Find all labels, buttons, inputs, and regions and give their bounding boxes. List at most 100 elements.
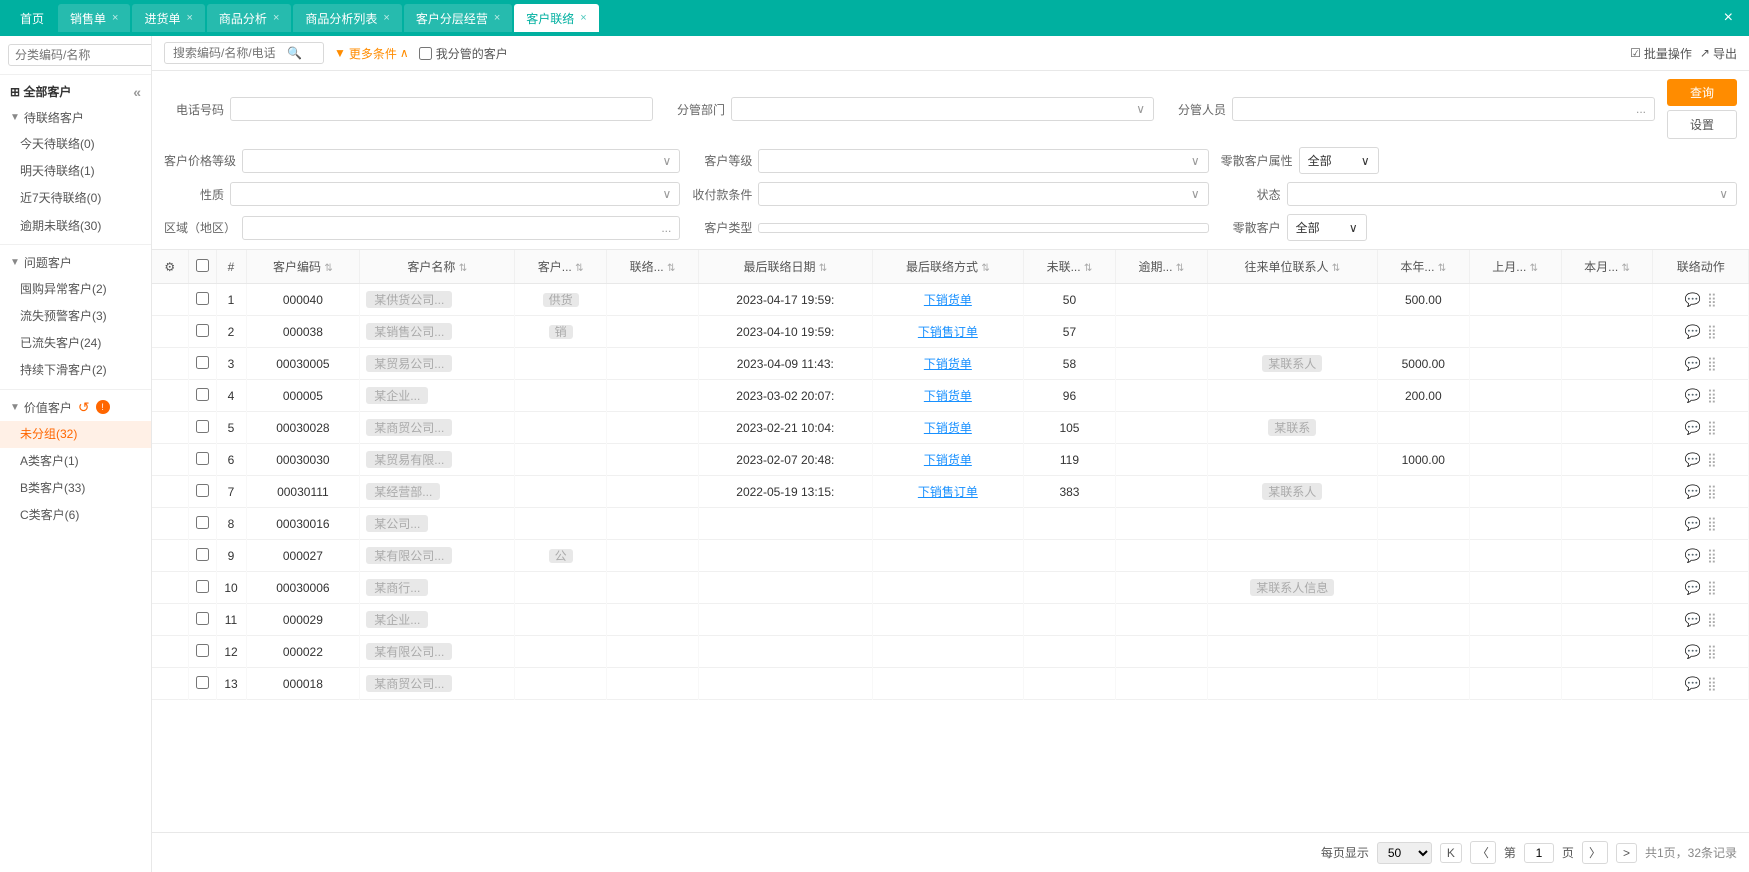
action-more-icon[interactable]: ⣿ [1707, 612, 1717, 628]
no-contact-header[interactable]: 未联... ⇅ [1024, 250, 1116, 284]
sidebar-item-7day-pending[interactable]: 近7天待联络(0) [0, 185, 151, 212]
action-call-icon[interactable]: 💬 [1685, 612, 1701, 628]
action-more-icon[interactable]: ⣿ [1707, 452, 1717, 468]
price-level-select[interactable]: ∨ [242, 149, 680, 173]
sidebar-group-value-customers[interactable]: ▼ 价值客户 ↺ ! [0, 394, 151, 421]
nature-select[interactable]: ∨ [230, 182, 680, 206]
retail-customer-select[interactable]: 全部 ∨ [1287, 214, 1367, 241]
main-search-icon[interactable]: 🔍 [287, 46, 302, 60]
sidebar-item-class-b[interactable]: B类客户(33) [0, 475, 151, 502]
nav-home[interactable]: 首页 [8, 4, 56, 32]
customer-level-select[interactable]: ∨ [758, 149, 1208, 173]
sidebar-item-ungroup[interactable]: 未分组(32) [0, 421, 151, 448]
nav-tab-product-analysis[interactable]: 商品分析 × [207, 4, 291, 32]
first-page-button[interactable]: K [1440, 843, 1462, 863]
nav-tab-customer-segment[interactable]: 客户分层经营 × [404, 4, 512, 32]
nav-tab-purchase-close[interactable]: × [186, 12, 192, 24]
this-year-header[interactable]: 本年... ⇅ [1377, 250, 1469, 284]
sidebar-item-class-a[interactable]: A类客户(1) [0, 448, 151, 475]
sidebar-item-class-c[interactable]: C类客户(6) [0, 502, 151, 529]
customer-code-header[interactable]: 客户编码 ⇅ [246, 250, 360, 284]
action-call-icon[interactable]: 💬 [1685, 292, 1701, 308]
select-all-header[interactable] [188, 250, 216, 284]
main-search-input[interactable] [173, 46, 283, 60]
row-checkbox[interactable] [188, 572, 216, 604]
dept-select[interactable]: ∨ [731, 97, 1154, 121]
action-more-icon[interactable]: ⣿ [1707, 516, 1717, 532]
row-checkbox[interactable] [188, 380, 216, 412]
row-checkbox[interactable] [188, 476, 216, 508]
action-call-icon[interactable]: 💬 [1685, 324, 1701, 340]
action-more-icon[interactable]: ⣿ [1707, 580, 1717, 596]
nav-tab-sales-close[interactable]: × [112, 12, 118, 24]
action-more-icon[interactable]: ⣿ [1707, 484, 1717, 500]
row-checkbox[interactable] [188, 284, 216, 316]
settings-column-header[interactable]: ⚙ [152, 250, 188, 284]
nav-tab-customer-contact-close[interactable]: × [580, 12, 586, 24]
page-number-input[interactable] [1524, 843, 1554, 863]
action-call-icon[interactable]: 💬 [1685, 516, 1701, 532]
last-contact-date-header[interactable]: 最后联络日期 ⇅ [698, 250, 872, 284]
person-select[interactable]: ... [1232, 97, 1655, 121]
last-page-button[interactable]: > [1616, 843, 1637, 863]
retail-attr-select[interactable]: 全部 ∨ [1299, 147, 1379, 174]
row-checkbox[interactable] [188, 348, 216, 380]
action-call-icon[interactable]: 💬 [1685, 580, 1701, 596]
export-button[interactable]: ↗ 导出 [1700, 45, 1737, 62]
reset-button[interactable]: 设置 [1667, 110, 1737, 139]
action-more-icon[interactable]: ⣿ [1707, 676, 1717, 692]
query-button[interactable]: 查询 [1667, 79, 1737, 106]
unit-contact-header[interactable]: 往来单位联系人 ⇅ [1207, 250, 1377, 284]
row-checkbox[interactable] [188, 508, 216, 540]
more-conditions-button[interactable]: ▼ 更多条件 ∧ [334, 45, 409, 62]
action-call-icon[interactable]: 💬 [1685, 356, 1701, 372]
per-page-select[interactable]: 50 100 200 [1377, 842, 1432, 864]
action-more-icon[interactable]: ⣿ [1707, 420, 1717, 436]
nav-tab-product-analysis-close[interactable]: × [273, 12, 279, 24]
value-customers-refresh-icon[interactable]: ↺ [78, 399, 90, 416]
nav-tab-purchase[interactable]: 进货单 × [132, 4, 204, 32]
sidebar-search-input[interactable] [8, 44, 152, 66]
nav-tab-customer-contact[interactable]: 客户联络 × [514, 4, 598, 32]
sidebar-group-pending-contact[interactable]: ▼ 待联络客户 [0, 104, 151, 131]
action-more-icon[interactable]: ⣿ [1707, 388, 1717, 404]
row-checkbox[interactable] [188, 316, 216, 348]
action-more-icon[interactable]: ⣿ [1707, 356, 1717, 372]
this-month-header[interactable]: 本月... ⇅ [1561, 250, 1653, 284]
row-checkbox[interactable] [188, 668, 216, 700]
action-more-icon[interactable]: ⣿ [1707, 548, 1717, 564]
phone-input[interactable] [230, 97, 653, 121]
action-call-icon[interactable]: 💬 [1685, 420, 1701, 436]
batch-operation-button[interactable]: ☑ 批量操作 [1630, 45, 1692, 62]
action-more-icon[interactable]: ⣿ [1707, 324, 1717, 340]
customer-type-select[interactable] [758, 223, 1208, 233]
action-more-icon[interactable]: ⣿ [1707, 644, 1717, 660]
sidebar-item-overdue-pending[interactable]: 逾期未联络(30) [0, 213, 151, 240]
select-all-checkbox[interactable] [196, 259, 209, 272]
pay-terms-select[interactable]: ∨ [758, 182, 1208, 206]
customer-name-header[interactable]: 客户名称 ⇅ [360, 250, 515, 284]
action-call-icon[interactable]: 💬 [1685, 452, 1701, 468]
sidebar-item-declining[interactable]: 持续下滑客户(2) [0, 357, 151, 384]
action-call-icon[interactable]: 💬 [1685, 676, 1701, 692]
sidebar-item-churned[interactable]: 已流失客户(24) [0, 330, 151, 357]
contact-col-header[interactable]: 联络... ⇅ [607, 250, 699, 284]
action-call-icon[interactable]: 💬 [1685, 388, 1701, 404]
my-customers-checkbox-area[interactable]: 我分管的客户 [419, 45, 508, 62]
row-checkbox[interactable] [188, 604, 216, 636]
action-call-icon[interactable]: 💬 [1685, 644, 1701, 660]
customer-col-header[interactable]: 客户... ⇅ [515, 250, 607, 284]
sidebar-item-hoarding-abnormal[interactable]: 囤购异常客户(2) [0, 276, 151, 303]
status-select[interactable]: ∨ [1287, 182, 1737, 206]
nav-tab-product-list[interactable]: 商品分析列表 × [293, 4, 401, 32]
prev-page-button[interactable]: 〈 [1470, 841, 1496, 864]
sidebar-item-churn-warning[interactable]: 流失预警客户(3) [0, 303, 151, 330]
my-customers-checkbox[interactable] [419, 47, 432, 60]
row-checkbox[interactable] [188, 540, 216, 572]
sidebar-group-problem-customers[interactable]: ▼ 问题客户 [0, 249, 151, 276]
action-more-icon[interactable]: ⣿ [1707, 292, 1717, 308]
row-checkbox[interactable] [188, 412, 216, 444]
all-customers-header[interactable]: ⊞ 全部客户 « [0, 75, 151, 104]
next-page-button[interactable]: 〉 [1582, 841, 1608, 864]
sidebar-item-tomorrow-pending[interactable]: 明天待联络(1) [0, 158, 151, 185]
